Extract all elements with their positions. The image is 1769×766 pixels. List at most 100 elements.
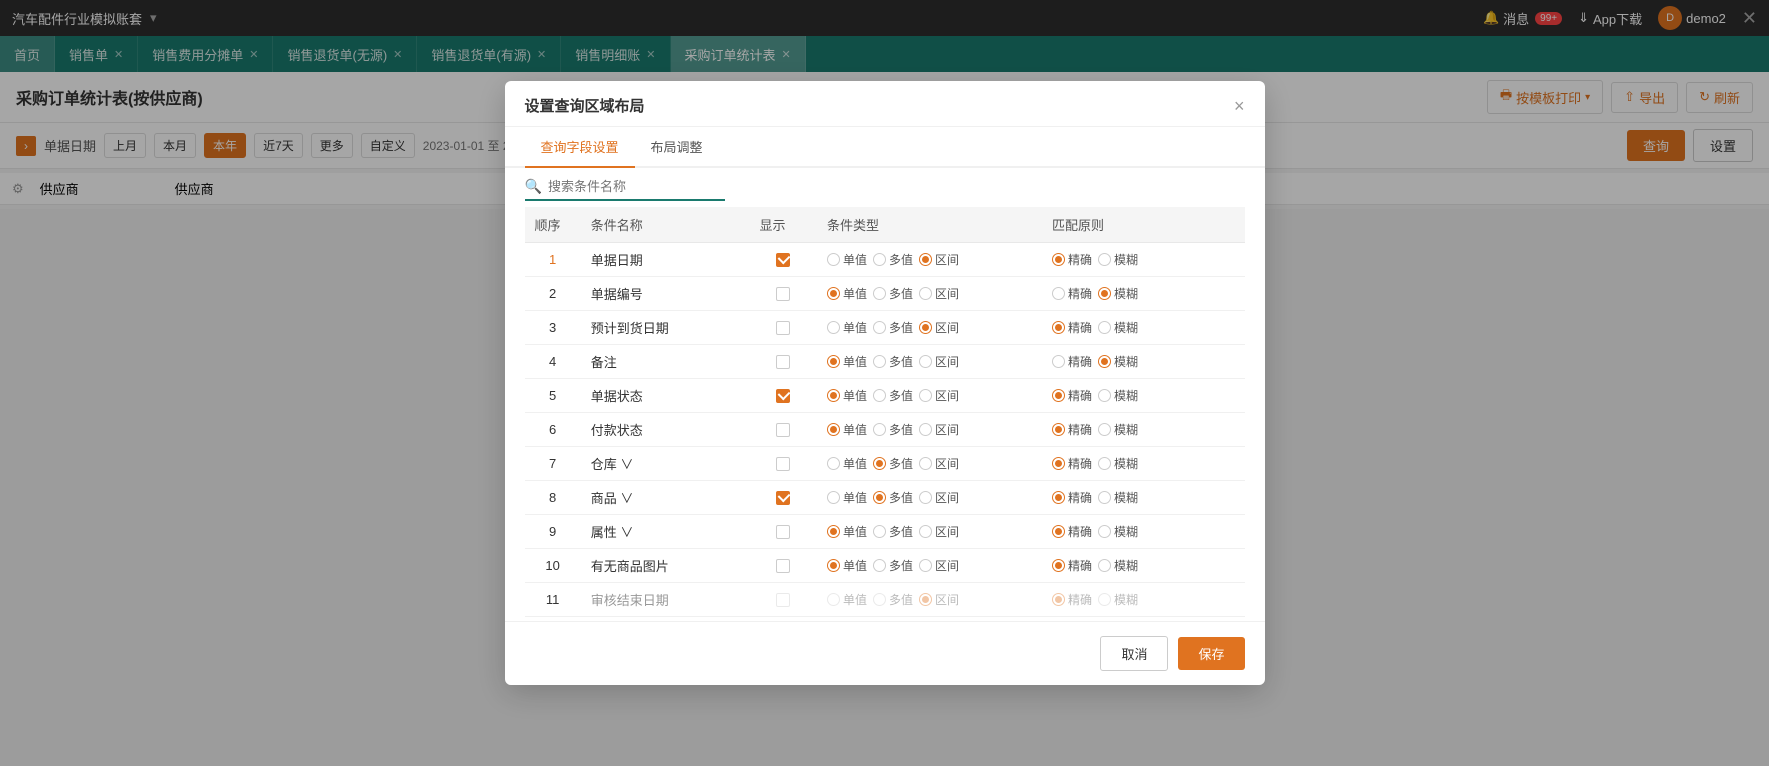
display-checkbox[interactable] [776, 525, 790, 539]
match-radio-模糊[interactable]: 模糊 [1098, 353, 1138, 370]
radio-circle-icon [919, 389, 932, 402]
row-order: 3 [525, 311, 581, 345]
type-radio-多值[interactable]: 多值 [873, 523, 913, 540]
radio-circle-icon [827, 491, 840, 504]
radio-circle-icon [873, 525, 886, 538]
type-radio-区间[interactable]: 区间 [919, 591, 959, 608]
radio-circle-icon [873, 355, 886, 368]
radio-circle-icon [873, 559, 886, 572]
match-radio-精确[interactable]: 精确 [1052, 489, 1092, 506]
type-radio-区间[interactable]: 区间 [919, 523, 959, 540]
display-checkbox[interactable] [776, 491, 790, 505]
modal-tab-layout[interactable]: 布局调整 [635, 127, 719, 168]
radio-circle-icon [1098, 593, 1111, 606]
radio-circle-icon [1098, 559, 1111, 572]
type-radio-多值[interactable]: 多值 [873, 285, 913, 302]
type-radio-区间[interactable]: 区间 [919, 489, 959, 506]
type-radio-多值[interactable]: 多值 [873, 353, 913, 370]
type-radio-单值[interactable]: 单值 [827, 523, 867, 540]
match-radio-模糊[interactable]: 模糊 [1098, 489, 1138, 506]
match-radio-模糊[interactable]: 模糊 [1098, 523, 1138, 540]
display-checkbox[interactable] [776, 593, 790, 607]
match-radio-模糊[interactable]: 模糊 [1098, 421, 1138, 438]
type-radio-区间[interactable]: 区间 [919, 285, 959, 302]
match-radio-精确[interactable]: 精确 [1052, 455, 1092, 472]
match-radio-精确[interactable]: 精确 [1052, 319, 1092, 336]
match-radio-模糊[interactable]: 模糊 [1098, 319, 1138, 336]
type-radio-多值[interactable]: 多值 [873, 421, 913, 438]
match-radio-模糊[interactable]: 模糊 [1098, 557, 1138, 574]
type-radio-单值[interactable]: 单值 [827, 353, 867, 370]
type-radio-单值[interactable]: 单值 [827, 251, 867, 268]
match-radio-模糊[interactable]: 模糊 [1098, 285, 1138, 302]
search-input[interactable] [548, 179, 708, 194]
type-radio-区间[interactable]: 区间 [919, 387, 959, 404]
row-condition-name: 审核结束日期 [581, 583, 750, 617]
type-radio-多值[interactable]: 多值 [873, 387, 913, 404]
match-radio-精确[interactable]: 精确 [1052, 387, 1092, 404]
type-radio-区间[interactable]: 区间 [919, 353, 959, 370]
th-type: 条件类型 [817, 207, 1042, 243]
match-radio-模糊[interactable]: 模糊 [1098, 251, 1138, 268]
match-radio-精确[interactable]: 精确 [1052, 557, 1092, 574]
radio-circle-icon [873, 491, 886, 504]
type-radio-多值[interactable]: 多值 [873, 251, 913, 268]
table-row: 9属性 ∨单值多值区间精确模糊 [525, 515, 1245, 549]
display-checkbox[interactable] [776, 457, 790, 471]
radio-circle-icon [1098, 423, 1111, 436]
display-checkbox[interactable] [776, 389, 790, 403]
save-button[interactable]: 保存 [1178, 637, 1244, 670]
type-radio-多值[interactable]: 多值 [873, 489, 913, 506]
type-radio-区间[interactable]: 区间 [919, 557, 959, 574]
type-radio-单值[interactable]: 单值 [827, 455, 867, 472]
radio-circle-icon [1052, 355, 1065, 368]
row-display-cell [750, 481, 818, 515]
type-radio-单值[interactable]: 单值 [827, 387, 867, 404]
type-radio-多值[interactable]: 多值 [873, 557, 913, 574]
type-radio-单值[interactable]: 单值 [827, 557, 867, 574]
table-row: 6付款状态单值多值区间精确模糊 [525, 413, 1245, 447]
display-checkbox[interactable] [776, 287, 790, 301]
type-radio-单值[interactable]: 单值 [827, 319, 867, 336]
type-radio-区间[interactable]: 区间 [919, 455, 959, 472]
match-radio-精确[interactable]: 精确 [1052, 421, 1092, 438]
row-display-cell [750, 583, 818, 617]
match-radio-精确[interactable]: 精确 [1052, 285, 1092, 302]
match-radio-精确[interactable]: 精确 [1052, 523, 1092, 540]
type-radio-单值[interactable]: 单值 [827, 591, 867, 608]
type-radio-单值[interactable]: 单值 [827, 285, 867, 302]
type-radio-单值[interactable]: 单值 [827, 421, 867, 438]
row-match-cell: 精确模糊 [1042, 311, 1245, 345]
type-radio-多值[interactable]: 多值 [873, 591, 913, 608]
match-radio-精确[interactable]: 精确 [1052, 591, 1092, 608]
type-radio-多值[interactable]: 多值 [873, 455, 913, 472]
match-radio-模糊[interactable]: 模糊 [1098, 591, 1138, 608]
display-checkbox[interactable] [776, 253, 790, 267]
type-radio-单值[interactable]: 单值 [827, 489, 867, 506]
radio-circle-icon [919, 321, 932, 334]
match-radio-模糊[interactable]: 模糊 [1098, 455, 1138, 472]
type-radio-区间[interactable]: 区间 [919, 421, 959, 438]
radio-circle-icon [873, 457, 886, 470]
radio-circle-icon [1052, 491, 1065, 504]
type-radio-多值[interactable]: 多值 [873, 319, 913, 336]
match-radio-模糊[interactable]: 模糊 [1098, 387, 1138, 404]
display-checkbox[interactable] [776, 355, 790, 369]
cancel-button[interactable]: 取消 [1100, 636, 1168, 671]
match-radio-精确[interactable]: 精确 [1052, 251, 1092, 268]
row-type-cell: 单值多值区间 [817, 447, 1042, 481]
display-checkbox[interactable] [776, 423, 790, 437]
radio-circle-icon [1052, 457, 1065, 470]
type-radio-区间[interactable]: 区间 [919, 319, 959, 336]
display-checkbox[interactable] [776, 321, 790, 335]
type-radio-区间[interactable]: 区间 [919, 251, 959, 268]
modal-close-button[interactable]: × [1234, 97, 1245, 115]
match-radio-精确[interactable]: 精确 [1052, 353, 1092, 370]
row-order: 2 [525, 277, 581, 311]
row-display-cell [750, 379, 818, 413]
modal-tab-fields[interactable]: 查询字段设置 [525, 127, 635, 168]
row-display-cell [750, 311, 818, 345]
display-checkbox[interactable] [776, 559, 790, 573]
row-match-cell: 精确模糊 [1042, 583, 1245, 617]
row-order: 10 [525, 549, 581, 583]
